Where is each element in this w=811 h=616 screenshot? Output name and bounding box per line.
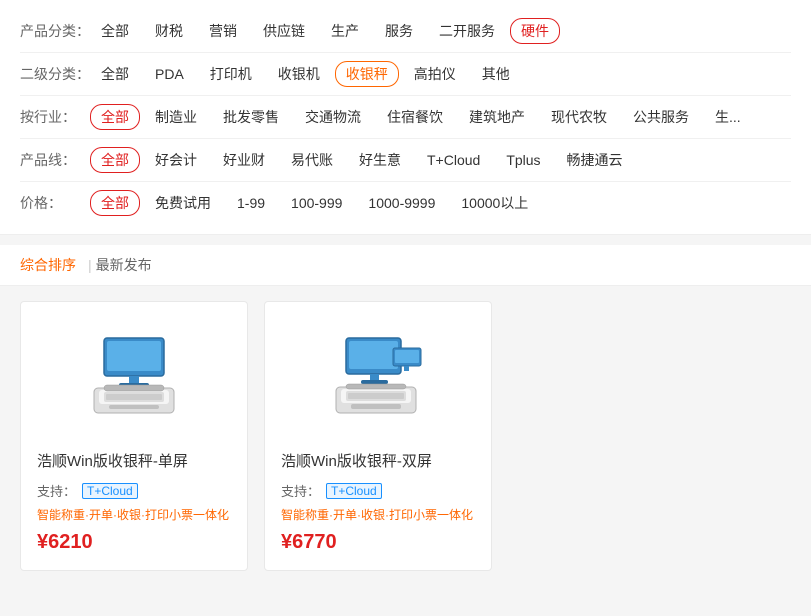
productline-filter-row: 产品线： 全部 好会计 好业财 易代账 好生意 T+Cloud Tplus 畅捷… [20,139,791,182]
price-filter-row: 价格： 全部 免费试用 1-99 100-999 1000-9999 10000… [20,182,791,224]
productline-cjtcloud[interactable]: 畅捷通云 [556,147,634,173]
industry-items: 全部 制造业 批发零售 交通物流 住宿餐饮 建筑地产 现代农牧 公共服务 生..… [90,104,752,130]
industry-manufacturing[interactable]: 制造业 [144,104,208,130]
product-price-1: ¥6210 [37,531,231,554]
productline-hss[interactable]: 好生意 [348,147,412,173]
price-10000plus[interactable]: 10000以上 [450,190,539,216]
productline-label: 产品线： [20,150,90,170]
product-name-1: 浩顺Win版收银秤-单屏 [37,450,231,471]
industry-transport[interactable]: 交通物流 [294,104,372,130]
support-badge-2: T+Cloud [326,483,382,499]
productline-hyc[interactable]: 好业财 [212,147,276,173]
industry-all[interactable]: 全部 [90,104,140,130]
category-opendev[interactable]: 二开服务 [428,18,506,44]
subcategory-all[interactable]: 全部 [90,61,140,87]
price-label: 价格： [20,193,90,213]
industry-construction[interactable]: 建筑地产 [458,104,536,130]
category-production[interactable]: 生产 [320,18,370,44]
price-items: 全部 免费试用 1-99 100-999 1000-9999 10000以上 [90,190,539,216]
productline-tcloud[interactable]: T+Cloud [416,149,491,171]
price-1-99[interactable]: 1-99 [226,192,276,214]
productline-all[interactable]: 全部 [90,147,140,173]
product-support-label-1: 支持： [37,481,76,500]
sort-bar: 综合排序 | 最新发布 [0,245,811,286]
subcategory-cashregister[interactable]: 收银机 [267,61,331,87]
price-1000-9999[interactable]: 1000-9999 [357,192,446,214]
price-all[interactable]: 全部 [90,190,140,216]
category-all[interactable]: 全部 [90,18,140,44]
productline-ydk[interactable]: 易代账 [280,147,344,173]
subcategory-label: 二级分类： [20,64,90,84]
subcategory-hicam[interactable]: 高拍仪 [403,61,467,87]
support-badge-1: T+Cloud [82,483,138,499]
category-hardware[interactable]: 硬件 [510,18,560,44]
product-card-2[interactable]: 浩顺Win版收银秤-双屏 支持： T+Cloud 智能称重·开单·收银·打印小票… [264,301,492,571]
product-image-1 [37,318,231,438]
category-finance[interactable]: 财税 [144,18,194,44]
product-desc-2: 智能称重·开单·收银·打印小票一体化 [281,506,475,523]
subcategory-other[interactable]: 其他 [471,61,521,87]
industry-filter-row: 按行业： 全部 制造业 批发零售 交通物流 住宿餐饮 建筑地产 现代农牧 公共服… [20,96,791,139]
subcategory-filter-row: 二级分类： 全部 PDA 打印机 收银机 收银秤 高拍仪 其他 [20,53,791,96]
product-svg-2 [318,328,438,428]
category-filter-row: 产品分类： 全部 财税 营销 供应链 生产 服务 二开服务 硬件 [20,10,791,53]
industry-more[interactable]: 生... [704,104,752,130]
filter-section: 产品分类： 全部 财税 营销 供应链 生产 服务 二开服务 硬件 二级分类： 全… [0,0,811,235]
sort-comprehensive[interactable]: 综合排序 [20,255,84,275]
sort-divider: | [88,257,92,273]
product-support-1: 支持： T+Cloud [37,481,231,500]
product-card-1[interactable]: 浩顺Win版收银秤-单屏 支持： T+Cloud 智能称重·开单·收银·打印小票… [20,301,248,571]
category-service[interactable]: 服务 [374,18,424,44]
category-label: 产品分类： [20,21,90,41]
product-support-label-2: 支持： [281,481,320,500]
industry-wholesale[interactable]: 批发零售 [212,104,290,130]
subcategory-cashscale[interactable]: 收银秤 [335,61,399,87]
product-svg-1 [74,328,194,428]
industry-hotel[interactable]: 住宿餐饮 [376,104,454,130]
category-marketing[interactable]: 营销 [198,18,248,44]
productline-hkj[interactable]: 好会计 [144,147,208,173]
category-supply[interactable]: 供应链 [252,18,316,44]
product-price-2: ¥6770 [281,531,475,554]
productline-tplus[interactable]: Tplus [495,149,551,171]
sort-latest[interactable]: 最新发布 [96,255,160,275]
subcategory-items: 全部 PDA 打印机 收银机 收银秤 高拍仪 其他 [90,61,521,87]
category-items: 全部 财税 营销 供应链 生产 服务 二开服务 硬件 [90,18,560,44]
product-image-2 [281,318,475,438]
products-area: 浩顺Win版收银秤-单屏 支持： T+Cloud 智能称重·开单·收银·打印小票… [0,286,811,586]
product-name-2: 浩顺Win版收银秤-双屏 [281,450,475,471]
price-free[interactable]: 免费试用 [144,190,222,216]
industry-public[interactable]: 公共服务 [622,104,700,130]
product-support-2: 支持： T+Cloud [281,481,475,500]
industry-agriculture[interactable]: 现代农牧 [540,104,618,130]
subcategory-pda[interactable]: PDA [144,63,195,85]
subcategory-printer[interactable]: 打印机 [199,61,263,87]
industry-label: 按行业： [20,107,90,127]
productline-items: 全部 好会计 好业财 易代账 好生意 T+Cloud Tplus 畅捷通云 [90,147,634,173]
price-100-999[interactable]: 100-999 [280,192,353,214]
product-desc-1: 智能称重·开单·收银·打印小票一体化 [37,506,231,523]
